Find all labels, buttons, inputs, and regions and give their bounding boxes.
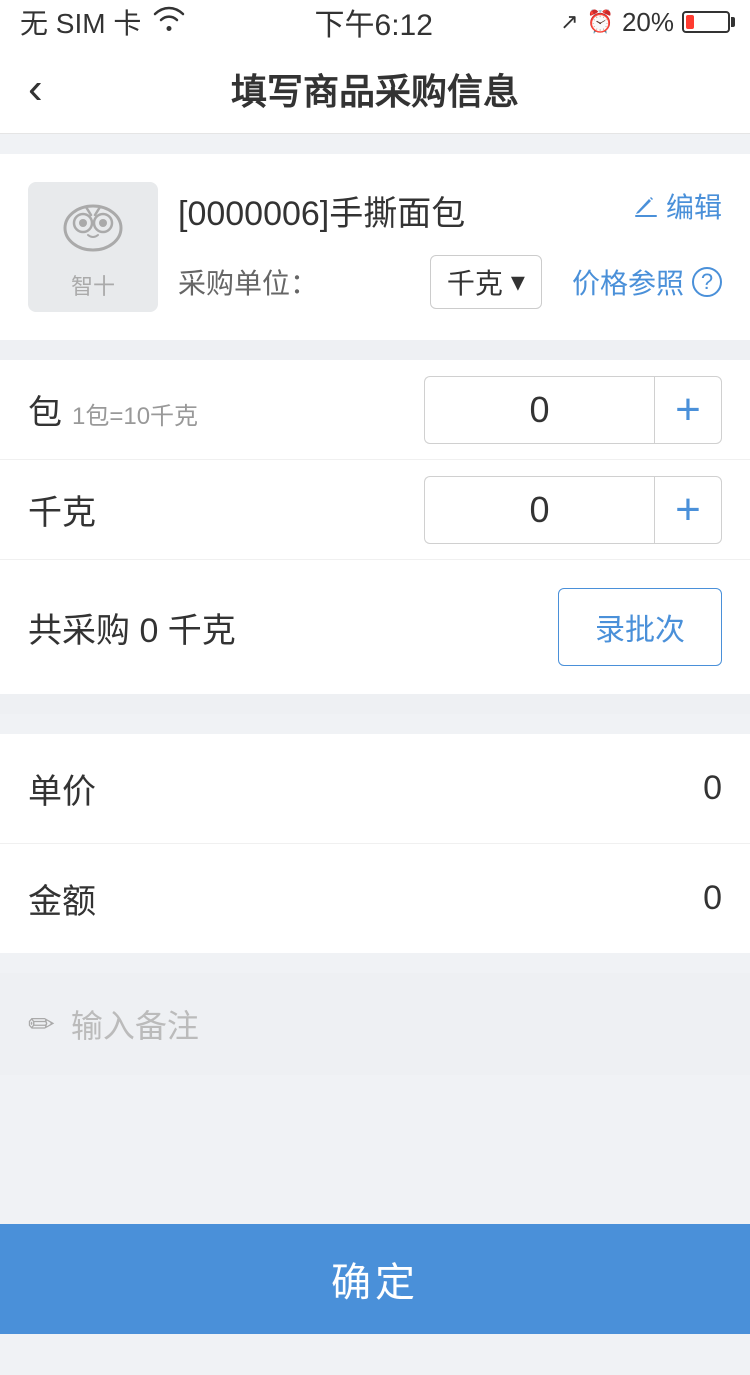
product-info: [0000006]手撕面包 编辑 采购单位： 千克 ▾ 价格参照 ? (178, 186, 722, 309)
location-icon: ↗ (560, 9, 578, 35)
form-row-kg: 千克 + (0, 460, 750, 560)
product-unit-row: 采购单位： 千克 ▾ 价格参照 ? (178, 255, 722, 309)
info-icon: ? (692, 267, 722, 297)
unit-price-label: 单价 (28, 764, 96, 813)
status-time: 下午6:12 (315, 0, 433, 44)
wifi-icon (151, 6, 187, 39)
summary-text: 共采购 0 千克 (28, 603, 236, 652)
unit-price-row: 单价 0 (0, 734, 750, 844)
kg-quantity-input[interactable] (424, 476, 654, 544)
back-button[interactable]: ‹ (28, 67, 43, 111)
kg-label: 千克 (28, 485, 96, 534)
product-header: [0000006]手撕面包 编辑 (178, 186, 722, 235)
kg-plus-button[interactable]: + (654, 476, 722, 544)
status-bar: 无 SIM 卡 下午6:12 ↗ ⏰ 20% (0, 0, 750, 44)
battery-percent: 20% (622, 7, 674, 38)
product-section: 智十 [0000006]手撕面包 编辑 采购单位： 千克 ▾ (0, 154, 750, 340)
status-left: 无 SIM 卡 (20, 2, 187, 42)
form-row-bag: 包 1包=10千克 + (0, 360, 750, 460)
price-section: 单价 0 金额 0 (0, 734, 750, 953)
amount-label: 金额 (28, 874, 96, 923)
price-ref-button[interactable]: 价格参照 ? (572, 262, 722, 302)
unit-label: 采购单位： (178, 262, 318, 302)
alarm-icon: ⏰ (587, 9, 614, 35)
bag-sublabel: 1包=10千克 (72, 396, 198, 431)
no-sim-text: 无 SIM 卡 (20, 2, 141, 42)
form-section: 包 1包=10千克 + 千克 + 共采购 0 千克 录批次 (0, 360, 750, 694)
kg-input-group: + (424, 476, 722, 544)
status-right: ↗ ⏰ 20% (560, 7, 730, 38)
unit-price-value: 0 (703, 769, 722, 808)
divider-1 (0, 340, 750, 360)
bag-input-group: + (424, 376, 722, 444)
pencil-icon: ✏ (28, 1005, 55, 1043)
page-title: 填写商品采购信息 (231, 63, 519, 115)
nav-bar: ‹ 填写商品采购信息 (0, 44, 750, 134)
product-image-label: 智十 (71, 269, 115, 301)
amount-value: 0 (703, 879, 722, 918)
bag-quantity-input[interactable] (424, 376, 654, 444)
product-image: 智十 (28, 182, 158, 312)
remark-placeholder: 输入备注 (71, 1001, 199, 1047)
summary-row: 共采购 0 千克 录批次 (0, 560, 750, 694)
battery-icon (682, 11, 730, 33)
unit-select[interactable]: 千克 ▾ (430, 255, 542, 309)
bag-plus-button[interactable]: + (654, 376, 722, 444)
product-logo-icon (53, 193, 133, 265)
product-name: [0000006]手撕面包 (178, 186, 465, 235)
bag-label: 包 1包=10千克 (28, 385, 198, 434)
batch-button[interactable]: 录批次 (558, 588, 722, 666)
edit-button[interactable]: 编辑 (632, 186, 722, 226)
amount-row: 金额 0 (0, 844, 750, 953)
divider-2 (0, 694, 750, 714)
dropdown-icon: ▾ (511, 265, 525, 298)
remark-section[interactable]: ✏ 输入备注 (0, 973, 750, 1075)
confirm-button[interactable]: 确定 (0, 1224, 750, 1334)
